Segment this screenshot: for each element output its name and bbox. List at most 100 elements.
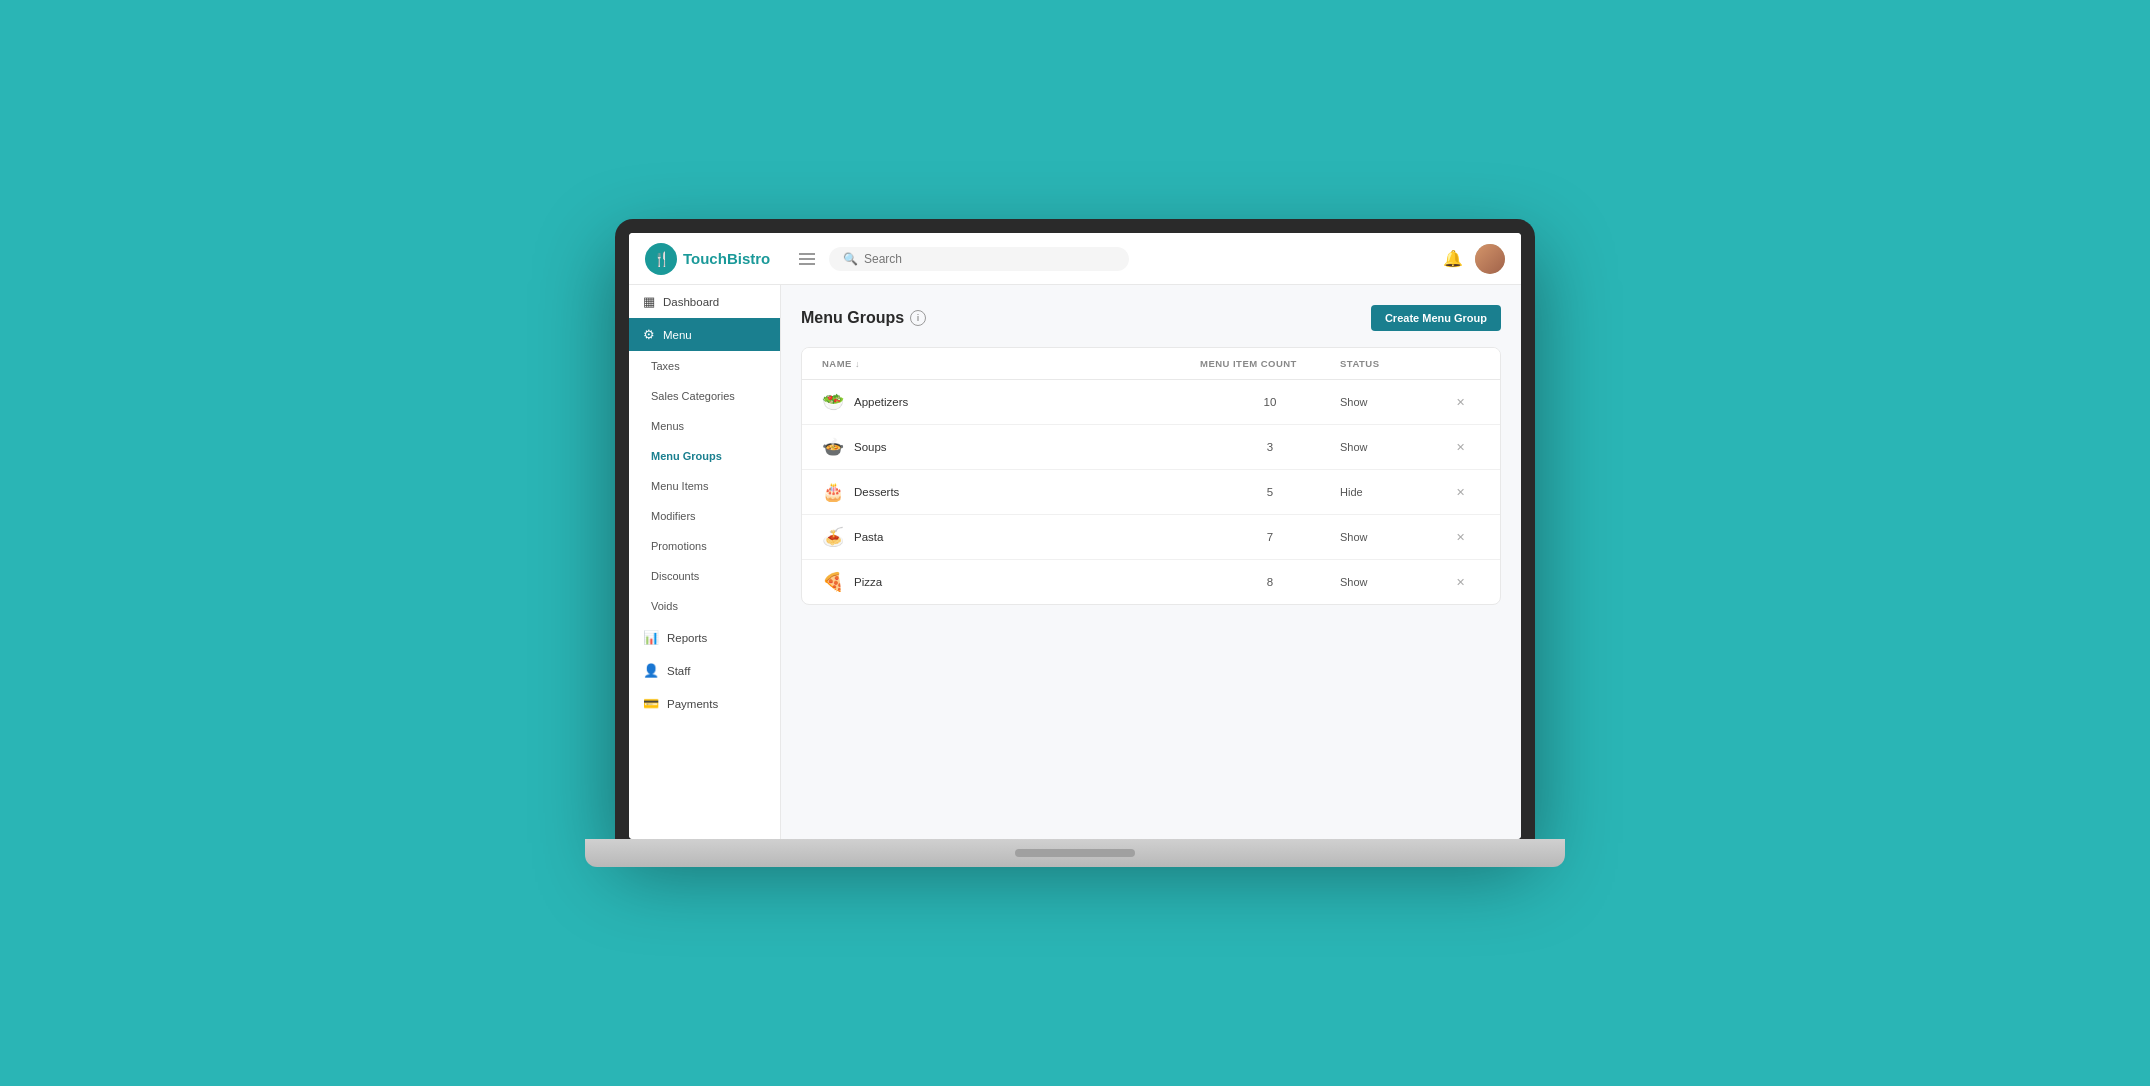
search-input[interactable] <box>864 252 1115 266</box>
sidebar-item-payments[interactable]: 💳 Payments <box>629 687 780 720</box>
laptop-screen: 🍴 TouchBistro 🔍 <box>629 233 1521 839</box>
laptop-base <box>585 839 1565 867</box>
row-label-soups: Soups <box>854 441 887 453</box>
sidebar-label-menu-items: Menu Items <box>651 480 708 492</box>
sidebar-item-modifiers[interactable]: Modifiers <box>629 501 780 531</box>
menu-groups-table: NAME ↓ MENU ITEM COUNT STATUS 🥗 <box>801 347 1501 605</box>
table-row: 🍕 Pizza 8 Show ✕ <box>802 560 1500 604</box>
row-count-desserts: 5 <box>1200 486 1340 498</box>
row-label-pasta: Pasta <box>854 531 883 543</box>
sidebar-item-discounts[interactable]: Discounts <box>629 561 780 591</box>
table-row: 🍝 Pasta 7 Show ✕ <box>802 515 1500 560</box>
search-icon: 🔍 <box>843 252 858 266</box>
page-title-text: Menu Groups <box>801 309 904 327</box>
reports-icon: 📊 <box>643 630 659 645</box>
laptop-outer: 🍴 TouchBistro 🔍 <box>615 219 1535 839</box>
sidebar-item-reports[interactable]: 📊 Reports <box>629 621 780 654</box>
sidebar-item-promotions[interactable]: Promotions <box>629 531 780 561</box>
row-emoji-pasta: 🍝 <box>822 526 844 548</box>
sidebar-label-promotions: Promotions <box>651 540 707 552</box>
row-close-desserts[interactable]: ✕ <box>1440 486 1480 499</box>
column-item-count: MENU ITEM COUNT <box>1200 358 1340 369</box>
topbar-controls: 🔍 <box>795 247 1443 271</box>
hamburger-line <box>799 258 815 260</box>
sidebar-item-menu[interactable]: ⚙ Menu <box>629 318 780 351</box>
info-icon[interactable]: i <box>910 310 926 326</box>
logo-icon: 🍴 <box>645 243 677 275</box>
sidebar-label-modifiers: Modifiers <box>651 510 696 522</box>
page-title: Menu Groups i <box>801 309 926 327</box>
sidebar-label-taxes: Taxes <box>651 360 680 372</box>
avatar[interactable] <box>1475 244 1505 274</box>
avatar-image <box>1475 244 1505 274</box>
sidebar-item-voids[interactable]: Voids <box>629 591 780 621</box>
notification-bell-button[interactable]: 🔔 <box>1443 249 1463 268</box>
table-header: NAME ↓ MENU ITEM COUNT STATUS <box>802 348 1500 380</box>
hamburger-button[interactable] <box>795 249 819 269</box>
menu-icon: ⚙ <box>643 327 655 342</box>
hamburger-line <box>799 253 815 255</box>
logo-touch: Touch <box>683 250 727 267</box>
sidebar-item-taxes[interactable]: Taxes <box>629 351 780 381</box>
row-status-soups: Show <box>1340 441 1440 453</box>
topbar: 🍴 TouchBistro 🔍 <box>629 233 1521 285</box>
row-emoji-pizza: 🍕 <box>822 571 844 593</box>
sidebar-label-payments: Payments <box>667 698 718 710</box>
sidebar-item-dashboard[interactable]: ▦ Dashboard <box>629 285 780 318</box>
row-close-appetizers[interactable]: ✕ <box>1440 396 1480 409</box>
row-name-soups: 🍲 Soups <box>822 436 1200 458</box>
row-label-pizza: Pizza <box>854 576 882 588</box>
column-name[interactable]: NAME ↓ <box>822 358 1200 369</box>
row-name-pizza: 🍕 Pizza <box>822 571 1200 593</box>
sidebar-label-menu-groups: Menu Groups <box>651 450 722 462</box>
sidebar-item-staff[interactable]: 👤 Staff <box>629 654 780 687</box>
row-close-pasta[interactable]: ✕ <box>1440 531 1480 544</box>
staff-icon: 👤 <box>643 663 659 678</box>
dashboard-icon: ▦ <box>643 294 655 309</box>
row-status-pizza: Show <box>1340 576 1440 588</box>
table-row: 🍲 Soups 3 Show ✕ <box>802 425 1500 470</box>
table-row: 🥗 Appetizers 10 Show ✕ <box>802 380 1500 425</box>
logo-text: TouchBistro <box>683 250 770 267</box>
row-count-pizza: 8 <box>1200 576 1340 588</box>
row-emoji-appetizers: 🥗 <box>822 391 844 413</box>
row-name-pasta: 🍝 Pasta <box>822 526 1200 548</box>
row-close-pizza[interactable]: ✕ <box>1440 576 1480 589</box>
sidebar-label-reports: Reports <box>667 632 707 644</box>
sidebar-label-menu: Menu <box>663 329 692 341</box>
row-label-desserts: Desserts <box>854 486 899 498</box>
sidebar-label-staff: Staff <box>667 665 690 677</box>
sidebar-item-menus[interactable]: Menus <box>629 411 780 441</box>
sidebar-label-dashboard: Dashboard <box>663 296 719 308</box>
column-actions <box>1440 358 1480 369</box>
content-header: Menu Groups i Create Menu Group <box>801 305 1501 331</box>
topbar-right: 🔔 <box>1443 244 1505 274</box>
row-emoji-desserts: 🎂 <box>822 481 844 503</box>
main-layout: ▦ Dashboard ⚙ Menu Taxes Sales Categorie… <box>629 285 1521 839</box>
sidebar-label-voids: Voids <box>651 600 678 612</box>
logo-bistro: Bistro <box>727 250 770 267</box>
laptop-wrapper: 🍴 TouchBistro 🔍 <box>585 219 1565 867</box>
row-status-appetizers: Show <box>1340 396 1440 408</box>
sidebar-label-menus: Menus <box>651 420 684 432</box>
app: 🍴 TouchBistro 🔍 <box>629 233 1521 839</box>
sidebar-label-discounts: Discounts <box>651 570 699 582</box>
table-row: 🎂 Desserts 5 Hide ✕ <box>802 470 1500 515</box>
create-menu-group-button[interactable]: Create Menu Group <box>1371 305 1501 331</box>
row-emoji-soups: 🍲 <box>822 436 844 458</box>
sidebar-item-menu-groups[interactable]: Menu Groups <box>629 441 780 471</box>
row-count-soups: 3 <box>1200 441 1340 453</box>
row-status-desserts: Hide <box>1340 486 1440 498</box>
row-name-desserts: 🎂 Desserts <box>822 481 1200 503</box>
row-close-soups[interactable]: ✕ <box>1440 441 1480 454</box>
column-name-label: NAME <box>822 358 852 369</box>
sidebar-label-sales-categories: Sales Categories <box>651 390 735 402</box>
content-area: Menu Groups i Create Menu Group NAME ↓ <box>781 285 1521 839</box>
row-status-pasta: Show <box>1340 531 1440 543</box>
row-count-pasta: 7 <box>1200 531 1340 543</box>
sidebar-item-menu-items[interactable]: Menu Items <box>629 471 780 501</box>
payments-icon: 💳 <box>643 696 659 711</box>
column-status: STATUS <box>1340 358 1440 369</box>
sidebar-item-sales-categories[interactable]: Sales Categories <box>629 381 780 411</box>
row-label-appetizers: Appetizers <box>854 396 908 408</box>
